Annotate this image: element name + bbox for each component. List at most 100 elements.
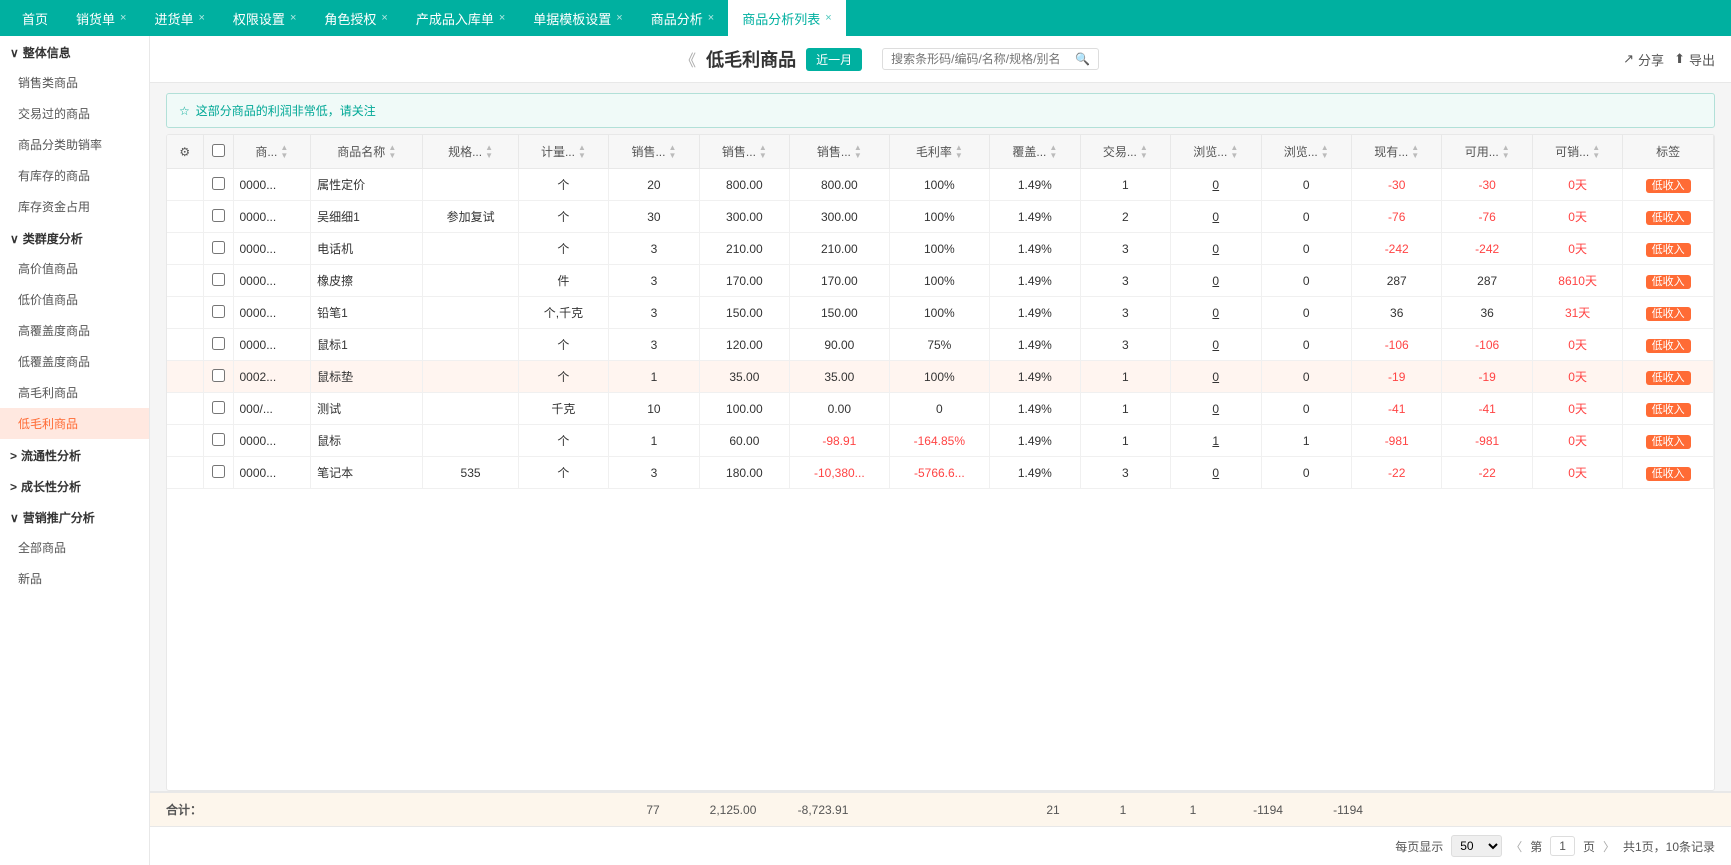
row-checkbox[interactable]	[212, 465, 225, 478]
sidebar-collapse-button[interactable]: 《	[680, 47, 696, 71]
nav-home[interactable]: 首页	[8, 0, 62, 36]
row-checkbox[interactable]	[212, 273, 225, 286]
row-browse1[interactable]: 0	[1171, 457, 1261, 489]
row-trade: 1	[1080, 169, 1170, 201]
sidebar-group-growth-title[interactable]: > 成长性分析	[0, 470, 149, 501]
row-sales-qty: 20	[609, 169, 699, 201]
col-current-stock[interactable]: 现有...▲▼	[1351, 135, 1441, 169]
row-checkbox[interactable]	[212, 305, 225, 318]
col-spec[interactable]: 规格...▲▼	[423, 135, 518, 169]
col-sales-price[interactable]: 销售...▲▼	[699, 135, 789, 169]
sidebar-item-high-margin[interactable]: 高毛利商品	[0, 377, 149, 408]
sidebar-group-cluster-title[interactable]: ∨ 类群度分析	[0, 222, 149, 253]
row-checkbox[interactable]	[212, 433, 225, 446]
close-role-auth-icon[interactable]: ×	[381, 12, 387, 24]
row-browse1[interactable]: 0	[1171, 201, 1261, 233]
page-size-select[interactable]: 50 10 20 100	[1451, 835, 1502, 857]
close-product-entry-icon[interactable]: ×	[499, 12, 505, 24]
row-browse2: 1	[1261, 425, 1351, 457]
sidebar-group-overall-title[interactable]: ∨ 整体信息	[0, 36, 149, 67]
col-trade[interactable]: 交易...▲▼	[1080, 135, 1170, 169]
date-filter-button[interactable]: 近一月	[806, 48, 862, 71]
row-gross-rate: -164.85%	[889, 425, 990, 457]
sidebar-group-growth: > 成长性分析	[0, 470, 149, 501]
row-browse1[interactable]: 0	[1171, 361, 1261, 393]
close-permission-icon[interactable]: ×	[290, 12, 296, 24]
nav-sales-order[interactable]: 销货单 ×	[62, 0, 140, 36]
col-browse2[interactable]: 浏览...▲▼	[1261, 135, 1351, 169]
row-browse1[interactable]: 0	[1171, 393, 1261, 425]
col-gross-rate[interactable]: 毛利率▲▼	[889, 135, 990, 169]
sidebar-item-low-margin[interactable]: 低毛利商品	[0, 408, 149, 439]
select-all-checkbox[interactable]	[212, 144, 225, 157]
row-gross-rate: 100%	[889, 169, 990, 201]
col-sales-qty[interactable]: 销售...▲▼	[609, 135, 699, 169]
row-checkbox-cell	[203, 393, 233, 425]
sidebar-group-liquidity-title[interactable]: > 流通性分析	[0, 439, 149, 470]
next-page-button[interactable]: 〉	[1603, 838, 1615, 855]
sidebar-group-marketing-title[interactable]: ∨ 营销推广分析	[0, 501, 149, 532]
prev-page-button[interactable]: 〈	[1510, 838, 1522, 855]
export-button[interactable]: ⬆ 导出	[1674, 50, 1715, 69]
nav-purchase-order[interactable]: 进货单 ×	[140, 0, 218, 36]
row-browse1[interactable]: 0	[1171, 329, 1261, 361]
col-saleable[interactable]: 可销...▲▼	[1532, 135, 1622, 169]
sidebar-item-all-goods[interactable]: 全部商品	[0, 532, 149, 563]
row-checkbox[interactable]	[212, 369, 225, 382]
settings-icon[interactable]: ⚙	[179, 145, 190, 159]
nav-permission-settings[interactable]: 权限设置 ×	[219, 0, 310, 36]
row-sales-price: 800.00	[699, 169, 789, 201]
row-checkbox-cell	[203, 329, 233, 361]
share-button[interactable]: ↗ 分享	[1623, 50, 1664, 69]
col-name[interactable]: 商品名称▲▼	[311, 135, 423, 169]
row-checkbox[interactable]	[212, 337, 225, 350]
row-code: 0000...	[233, 297, 311, 329]
sidebar-item-sales-goods[interactable]: 销售类商品	[0, 67, 149, 98]
arrow-right-icon-2: >	[10, 480, 17, 494]
search-icon[interactable]: 🔍	[1075, 52, 1090, 66]
row-checkbox-cell	[203, 297, 233, 329]
row-checkbox[interactable]	[212, 401, 225, 414]
top-navigation: 首页 销货单 × 进货单 × 权限设置 × 角色授权 × 产成品入库单 × 单据…	[0, 0, 1731, 36]
row-sales-qty: 1	[609, 425, 699, 457]
sidebar-item-low-value[interactable]: 低价值商品	[0, 284, 149, 315]
row-browse1[interactable]: 0	[1171, 233, 1261, 265]
search-input[interactable]	[891, 52, 1071, 66]
row-browse1[interactable]: 1	[1171, 425, 1261, 457]
close-template-settings-icon[interactable]: ×	[616, 12, 622, 24]
nav-goods-analysis-list[interactable]: 商品分析列表 ×	[728, 0, 845, 36]
row-checkbox[interactable]	[212, 209, 225, 222]
sidebar-item-traded-goods[interactable]: 交易过的商品	[0, 98, 149, 129]
row-browse2: 0	[1261, 457, 1351, 489]
col-code[interactable]: 商...▲▼	[233, 135, 311, 169]
row-browse1[interactable]: 0	[1171, 169, 1261, 201]
row-spec	[423, 361, 518, 393]
nav-product-entry[interactable]: 产成品入库单 ×	[402, 0, 519, 36]
row-checkbox[interactable]	[212, 177, 225, 190]
sidebar-item-in-stock[interactable]: 有库存的商品	[0, 160, 149, 191]
sidebar-item-high-value[interactable]: 高价值商品	[0, 253, 149, 284]
close-purchase-order-icon[interactable]: ×	[198, 12, 204, 24]
nav-goods-analysis[interactable]: 商品分析 ×	[637, 0, 728, 36]
row-sales-price: 170.00	[699, 265, 789, 297]
col-browse1[interactable]: 浏览...▲▼	[1171, 135, 1261, 169]
sidebar-item-new-goods[interactable]: 新品	[0, 563, 149, 594]
sidebar-group-liquidity: > 流通性分析	[0, 439, 149, 470]
nav-role-auth[interactable]: 角色授权 ×	[310, 0, 401, 36]
sidebar-item-low-coverage[interactable]: 低覆盖度商品	[0, 346, 149, 377]
row-checkbox[interactable]	[212, 241, 225, 254]
close-sales-order-icon[interactable]: ×	[120, 12, 126, 24]
col-unit[interactable]: 计量...▲▼	[518, 135, 608, 169]
col-settings[interactable]: ⚙	[167, 135, 203, 169]
sidebar-item-high-coverage[interactable]: 高覆盖度商品	[0, 315, 149, 346]
col-available[interactable]: 可用...▲▼	[1442, 135, 1532, 169]
col-coverage[interactable]: 覆盖...▲▼	[990, 135, 1080, 169]
sidebar-item-category-rate[interactable]: 商品分类助销率	[0, 129, 149, 160]
nav-template-settings[interactable]: 单据模板设置 ×	[519, 0, 636, 36]
close-goods-analysis-icon[interactable]: ×	[708, 12, 714, 24]
row-browse1[interactable]: 0	[1171, 265, 1261, 297]
col-sales-profit[interactable]: 销售...▲▼	[790, 135, 889, 169]
close-goods-analysis-list-icon[interactable]: ×	[825, 12, 831, 24]
sidebar-item-stock-funds[interactable]: 库存资金占用	[0, 191, 149, 222]
row-browse1[interactable]: 0	[1171, 297, 1261, 329]
